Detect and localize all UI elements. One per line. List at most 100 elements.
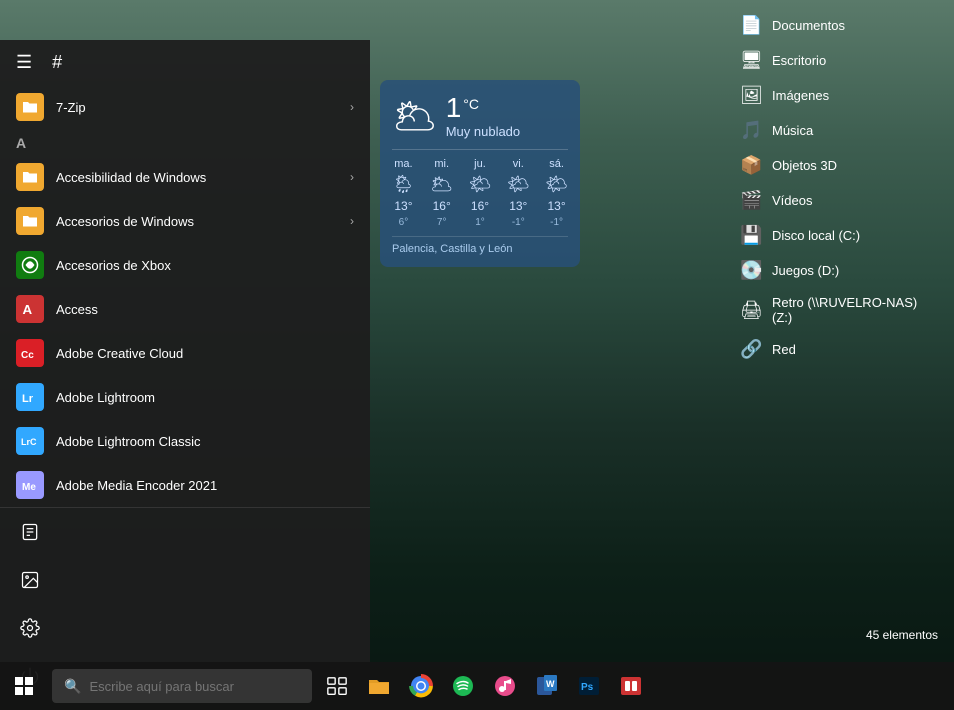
panel-label: Juegos (D:) [772,263,839,278]
panel-item-retro[interactable]: 🖨 Retro (\\RUVELRO-NAS) (Z:) [724,288,954,332]
folder-icon [16,163,44,191]
app-item-access[interactable]: A Access [0,287,370,331]
svg-text:A: A [23,302,33,317]
panel-item-videos[interactable]: 🎬 Vídeos [724,183,954,218]
app-item-xbox[interactable]: Accesorios de Xbox [0,243,370,287]
app-label: Adobe Creative Cloud [56,346,183,361]
panel-label: Música [772,123,813,138]
app-list: 7-Zip › A Accesibilidad de Windows › Acc… [0,85,370,507]
taskbar-search[interactable]: 🔍 [52,669,312,703]
hamburger-icon[interactable]: ☰ [16,52,32,73]
svg-text:W: W [546,679,555,689]
app-label: 7-Zip [56,100,86,115]
chevron-icon: › [350,214,354,228]
sidebar-item-page[interactable] [0,508,370,556]
escritorio-icon: 🖥 [740,50,762,71]
weather-temperature: 1 [446,92,462,124]
app-item-accesorios[interactable]: Accesorios de Windows › [0,199,370,243]
weather-day-mon: ma. 🌦 13° 6° [392,158,415,228]
panel-item-documentos[interactable]: 📄 Documentos [724,8,954,43]
settings-icon [16,614,44,642]
panel-label: Red [772,342,796,357]
panel-item-red[interactable]: 🔗 Red [724,332,954,367]
day-high: 16° [471,199,489,213]
juegos-icon: 💽 [740,260,762,281]
panel-item-escritorio[interactable]: 🖥 Escritorio [724,43,954,78]
start-menu-header: ☰ # [0,40,370,85]
taskbar-app-misc[interactable] [610,665,652,707]
weather-forecast: ma. 🌦 13° 6° mi. 🌥 16° 7° ju. 🌤 16° 1° v… [392,149,568,228]
day-low: -1° [512,217,525,228]
app-label: Accesorios de Windows [56,214,194,229]
taskbar-app-explorer[interactable] [358,665,400,707]
day-label: mi. [434,158,449,170]
app-label: Adobe Media Encoder 2021 [56,478,217,493]
taskbar-app-itunes[interactable] [484,665,526,707]
taskbar-app-spotify[interactable] [442,665,484,707]
weather-day-tue: mi. 🌥 16° 7° [430,158,453,228]
taskbar-app-chrome[interactable] [400,665,442,707]
panel-label: Retro (\\RUVELRO-NAS) (Z:) [772,295,938,325]
taskbar-app-word[interactable]: W [526,665,568,707]
hash-icon[interactable]: # [52,52,62,73]
imagenes-icon: 🖼 [740,85,762,106]
taskbar-app-photoshop[interactable]: Ps [568,665,610,707]
day-low: -1° [550,217,563,228]
day-low: 1° [475,217,485,228]
sidebar-item-image[interactable] [0,556,370,604]
red-icon: 🔗 [740,339,762,360]
sidebar-item-settings[interactable] [0,604,370,652]
app-item-lightroom-classic[interactable]: LrC Adobe Lightroom Classic [0,419,370,463]
weather-day-fri: sá. 🌤 13° -1° [545,158,568,228]
search-input[interactable] [89,679,300,694]
objetos3d-icon: 📦 [740,155,762,176]
creative-cloud-icon: Cc [16,339,44,367]
videos-icon: 🎬 [740,190,762,211]
day-label: vi. [513,158,524,170]
image-icon [16,566,44,594]
weather-location: Palencia, Castilla y León [392,236,568,255]
panel-label: Escritorio [772,53,826,68]
day-high: 13° [509,199,527,213]
panel-item-disco-local[interactable]: 💾 Disco local (C:) [724,218,954,253]
svg-text:LrC: LrC [21,437,37,447]
panel-item-juegos[interactable]: 💽 Juegos (D:) [724,253,954,288]
search-icon: 🔍 [64,678,81,695]
day-high: 16° [433,199,451,213]
retro-icon: 🖨 [740,300,762,321]
lightroom-icon: Lr [16,383,44,411]
start-button[interactable] [0,662,48,710]
day-icon: 🌥 [430,174,453,195]
media-encoder-icon: Me [16,471,44,499]
panel-item-imagenes[interactable]: 🖼 Imágenes [724,78,954,113]
day-icon: 🌤 [545,174,568,195]
day-low: 7° [437,217,447,228]
app-item-accesibilidad[interactable]: Accesibilidad de Windows › [0,155,370,199]
app-item-media-encoder[interactable]: Me Adobe Media Encoder 2021 [0,463,370,507]
panel-item-objetos3d[interactable]: 📦 Objetos 3D [724,148,954,183]
weather-current: 🌥 1 °C Muy nublado [392,92,568,139]
day-label: sá. [549,158,564,170]
svg-text:Cc: Cc [21,350,34,361]
app-item-lightroom[interactable]: Lr Adobe Lightroom [0,375,370,419]
weather-widget: 🌥 1 °C Muy nublado ma. 🌦 13° 6° mi. 🌥 16… [380,80,580,267]
app-item-creative-cloud[interactable]: Cc Adobe Creative Cloud [0,331,370,375]
app-label: Adobe Lightroom [56,390,155,405]
day-label: ju. [474,158,486,170]
chevron-icon: › [350,100,354,114]
panel-item-musica[interactable]: 🎵 Música [724,113,954,148]
day-icon: 🌤 [469,174,492,195]
panel-label: Disco local (C:) [772,228,860,243]
weather-day-thu: vi. 🌤 13° -1° [507,158,530,228]
app-item-7zip[interactable]: 7-Zip › [0,85,370,129]
folder-icon [16,93,44,121]
app-label: Accesorios de Xbox [56,258,171,273]
documentos-icon: 📄 [740,15,762,36]
weather-unit: °C [463,96,479,112]
svg-text:Lr: Lr [22,393,34,405]
weather-description: Muy nublado [446,124,520,139]
app-label: Accesibilidad de Windows [56,170,206,185]
chevron-icon: › [350,170,354,184]
taskbar-app-taskview[interactable] [316,665,358,707]
folder-icon [16,207,44,235]
